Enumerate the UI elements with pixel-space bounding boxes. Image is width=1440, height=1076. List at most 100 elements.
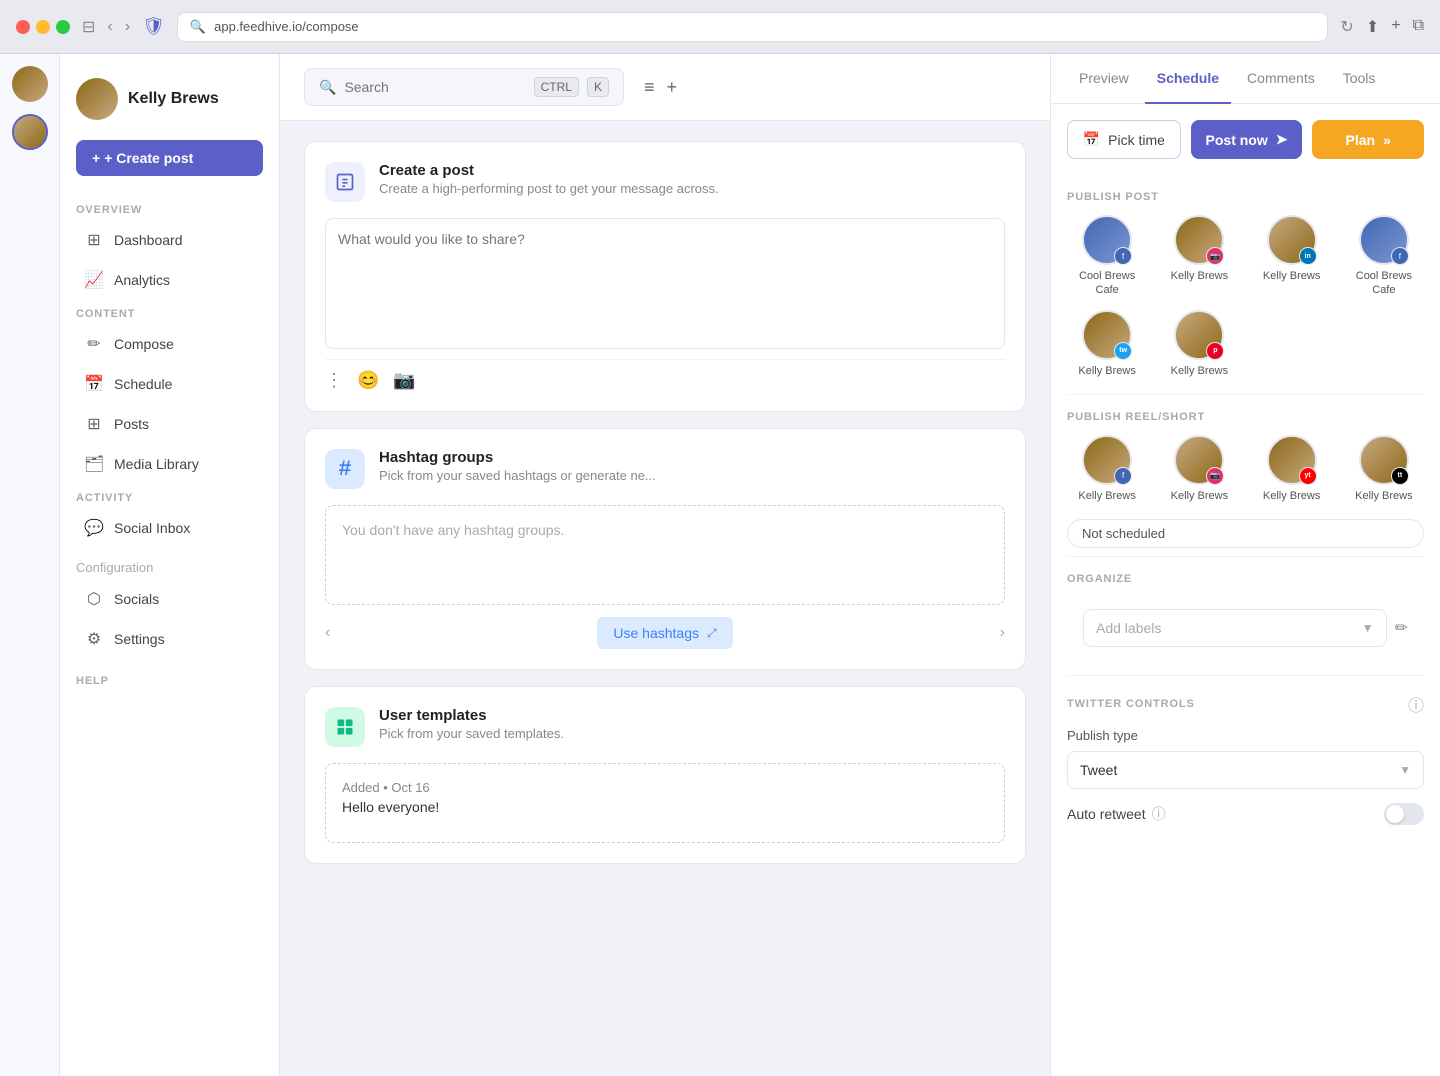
maximize-button[interactable] <box>56 20 70 34</box>
use-hashtags-button[interactable]: Use hashtags ⤢ <box>597 617 732 649</box>
hashtag-title: Hashtag groups <box>379 449 656 466</box>
sidebar-item-label-posts: Posts <box>114 416 149 432</box>
search-box[interactable]: 🔍 CTRL K <box>304 68 624 106</box>
auto-retweet-toggle[interactable] <box>1384 803 1424 825</box>
social-inbox-icon: 💬 <box>84 518 104 538</box>
schedule-icon: 📅 <box>84 374 104 394</box>
post-textarea-wrapper[interactable] <box>325 218 1005 349</box>
edit-icon[interactable]: ✏ <box>1395 618 1408 638</box>
reel-name-1: Kelly Brews <box>1171 489 1228 503</box>
publish-reel-label: PUBLISH REEL/SHORT <box>1067 411 1424 423</box>
publish-item-2: in Kelly Brews <box>1252 215 1332 298</box>
sidebar-item-label-socials: Socials <box>114 591 159 607</box>
forward-icon[interactable]: › <box>125 18 130 36</box>
post-now-button[interactable]: Post now ➤ <box>1191 120 1303 159</box>
create-post-card: Create a post Create a high-performing p… <box>304 141 1026 412</box>
pub-avatar-1[interactable]: 📷 <box>1174 215 1224 265</box>
add-labels-input[interactable]: Add labels ▼ <box>1083 609 1387 647</box>
hashtag-prev-arrow[interactable]: ‹ <box>325 624 330 642</box>
sidebar-item-label-media: Media Library <box>114 456 199 472</box>
pub-avatar-4[interactable]: tw <box>1082 310 1132 360</box>
image-upload-icon[interactable]: 📷 <box>393 370 415 391</box>
hashtag-card-header: # Hashtag groups Pick from your saved ha… <box>325 449 1005 489</box>
pub-avatar-2[interactable]: in <box>1267 215 1317 265</box>
reel-name-0: Kelly Brews <box>1078 489 1135 503</box>
plan-button[interactable]: Plan » <box>1312 120 1424 159</box>
windows-icon[interactable]: ⧉ <box>1413 17 1424 37</box>
hashtag-nav: ‹ Use hashtags ⤢ › <box>325 617 1005 649</box>
sidebar-toggle-icon[interactable]: ⊟ <box>82 17 95 37</box>
user-avatar-main[interactable] <box>12 66 48 102</box>
add-tab-icon[interactable]: + <box>1391 17 1400 37</box>
refresh-icon[interactable]: ↻ <box>1340 17 1353 37</box>
info-icon-retweet[interactable]: ⓘ <box>1152 804 1166 824</box>
traffic-lights <box>16 20 70 34</box>
not-scheduled-badge[interactable]: Not scheduled <box>1067 519 1424 548</box>
tab-comments[interactable]: Comments <box>1235 54 1327 104</box>
sidebar-item-posts[interactable]: ⊞ Posts <box>68 405 271 443</box>
info-icon[interactable]: ⓘ <box>1408 692 1424 716</box>
config-section-label: Configuration <box>60 548 279 579</box>
search-input[interactable] <box>344 79 525 95</box>
emoji-icon[interactable]: 😊 <box>357 370 379 391</box>
ctrl-shortcut: CTRL <box>534 77 579 97</box>
sidebar-item-dashboard[interactable]: ⊞ Dashboard <box>68 221 271 259</box>
close-button[interactable] <box>16 20 30 34</box>
pub-avatar-5[interactable]: p <box>1174 310 1224 360</box>
settings-icon: ⚙ <box>84 629 104 649</box>
add-labels-row: Add labels ▼ ✏ <box>1067 597 1424 659</box>
post-now-label: Post now <box>1206 132 1268 148</box>
auto-retweet-row: Auto retweet ⓘ <box>1067 803 1424 825</box>
sidebar-item-compose[interactable]: ✏ Compose <box>68 325 271 363</box>
post-actions: ⋮ 😊 📷 <box>325 359 1005 391</box>
tab-schedule[interactable]: Schedule <box>1145 54 1231 104</box>
hashtag-next-arrow[interactable]: › <box>1000 624 1005 642</box>
create-post-button[interactable]: + + Create post <box>76 140 263 176</box>
address-bar[interactable]: 🔍 app.feedhive.io/compose <box>177 12 1328 42</box>
pick-time-button[interactable]: 📅 Pick time <box>1067 120 1181 159</box>
tab-tools[interactable]: Tools <box>1331 54 1388 104</box>
reel-avatar-3[interactable]: tt <box>1359 435 1409 485</box>
sidebar-item-social-inbox[interactable]: 💬 Social Inbox <box>68 509 271 547</box>
reel-avatar-2[interactable]: yt <box>1267 435 1317 485</box>
pub-avatar-cafe-0[interactable]: f <box>1082 215 1132 265</box>
filter-icon[interactable]: ≡ <box>644 77 655 98</box>
sidebar-item-socials[interactable]: ⬡ Socials <box>68 580 271 618</box>
tab-preview[interactable]: Preview <box>1067 54 1141 104</box>
sidebar-item-analytics[interactable]: 📈 Analytics <box>68 261 271 299</box>
pub-badge-4: tw <box>1114 342 1132 360</box>
main-content: 🔍 CTRL K ≡ + <box>280 54 1050 1076</box>
pub-avatar-cafe-3[interactable]: f <box>1359 215 1409 265</box>
hashtag-card: # Hashtag groups Pick from your saved ha… <box>304 428 1026 670</box>
reel-avatar-0[interactable]: f <box>1082 435 1132 485</box>
back-icon[interactable]: ‹ <box>107 18 112 36</box>
profile-name: Kelly Brews <box>128 90 219 108</box>
organize-label: ORGANIZE <box>1067 573 1424 585</box>
create-post-card-header: Create a post Create a high-performing p… <box>325 162 1005 202</box>
user-avatar-secondary[interactable] <box>12 114 48 150</box>
pub-badge-1: 📷 <box>1206 247 1224 265</box>
expand-icon: ⤢ <box>707 626 717 641</box>
dashboard-icon: ⊞ <box>84 230 104 250</box>
pub-name-4: Kelly Brews <box>1078 364 1135 378</box>
add-icon[interactable]: + <box>667 77 678 98</box>
reel-avatar-1[interactable]: 📷 <box>1174 435 1224 485</box>
share-icon[interactable]: ⬆ <box>1366 17 1379 37</box>
twitter-header: TWITTER CONTROLS ⓘ <box>1067 692 1424 716</box>
pub-badge-0: f <box>1114 247 1132 265</box>
create-post-card-text: Create a post Create a high-performing p… <box>379 162 719 196</box>
sidebar-item-settings[interactable]: ⚙ Settings <box>68 620 271 658</box>
tweet-type-select[interactable]: Tweet ▼ <box>1067 751 1424 789</box>
browser-nav: ⊟ <box>82 17 95 37</box>
sidebar-item-label-compose: Compose <box>114 336 174 352</box>
more-options-icon[interactable]: ⋮ <box>325 370 343 391</box>
sidebar-item-media-library[interactable]: 🗂 Media Library <box>68 445 271 483</box>
sidebar-item-schedule[interactable]: 📅 Schedule <box>68 365 271 403</box>
minimize-button[interactable] <box>36 20 50 34</box>
post-textarea[interactable] <box>338 231 992 331</box>
pub-badge-2: in <box>1299 247 1317 265</box>
top-toolbar: 🔍 CTRL K ≡ + <box>280 54 1050 121</box>
arrow-right-icon: » <box>1383 132 1391 148</box>
template-content: Added • Oct 16 Hello everyone! <box>325 763 1005 843</box>
chevron-down-icon: ▼ <box>1362 621 1374 635</box>
